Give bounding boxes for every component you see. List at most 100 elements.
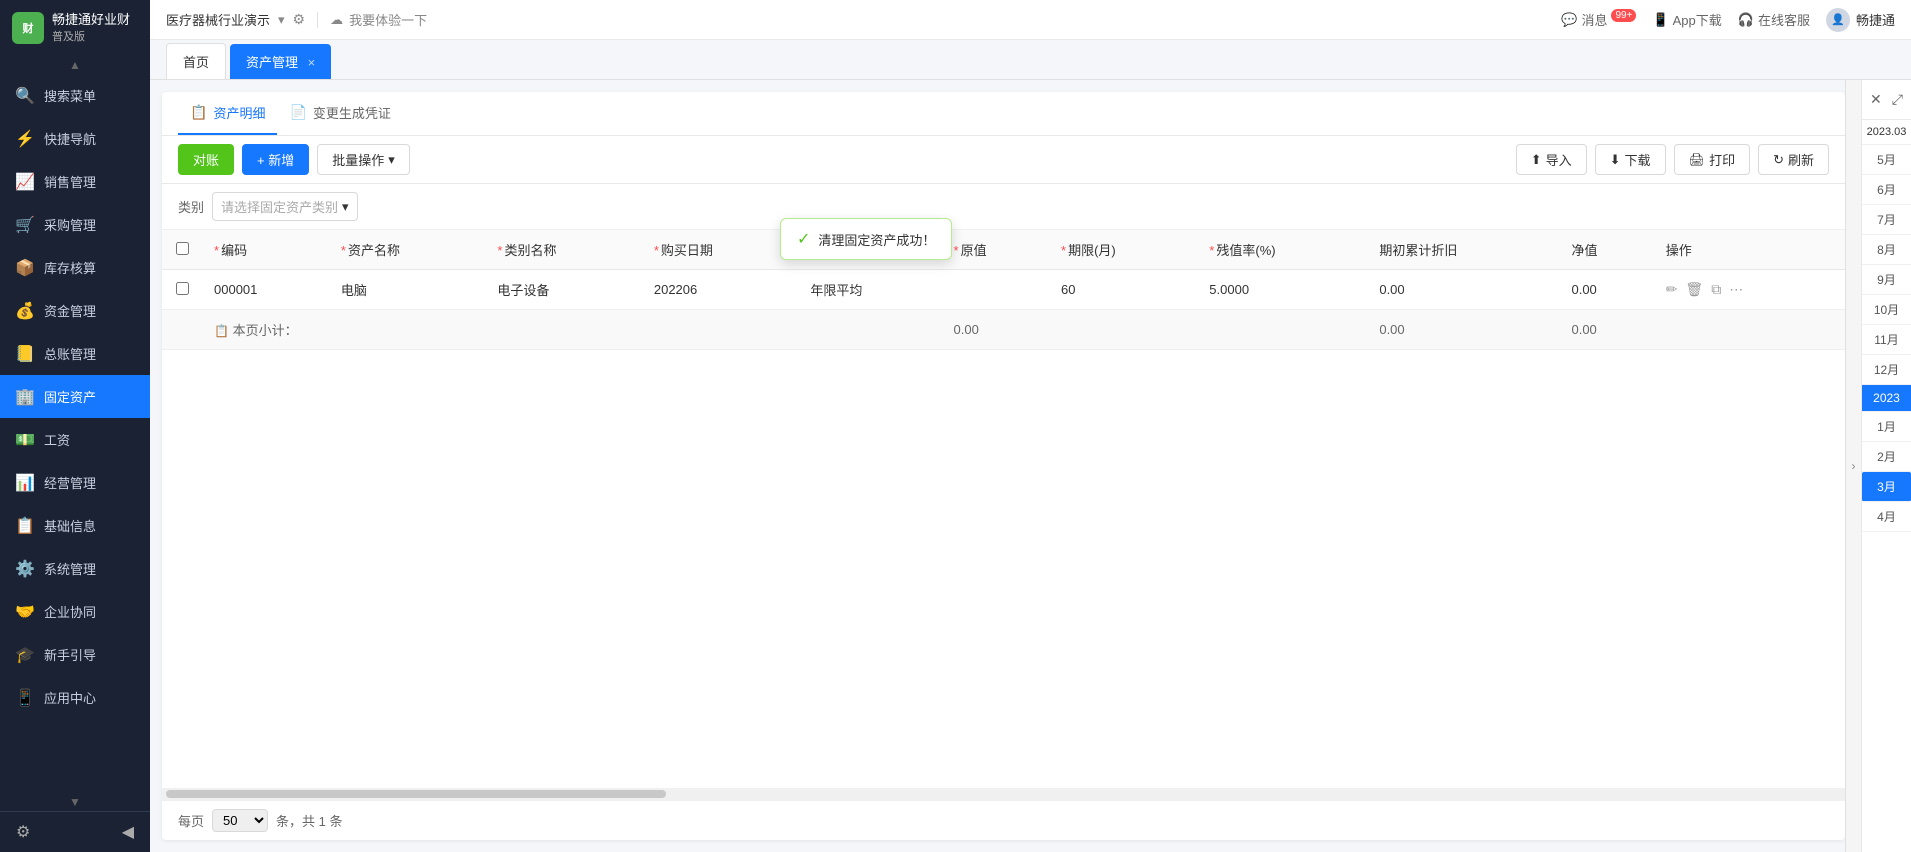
sidebar-logo: 财 畅捷通好业财 普及版 <box>0 0 150 56</box>
year-label[interactable]: 2023.03 <box>1862 120 1911 145</box>
sidebar-item-funds[interactable]: 💰 资金管理 <box>0 289 150 332</box>
th-original-value: *原值 <box>942 230 1050 270</box>
sidebar-item-sys-mgmt[interactable]: ⚙️ 系统管理 <box>0 547 150 590</box>
year-2023[interactable]: 2023 <box>1862 385 1911 412</box>
print-button[interactable]: 🖨 打印 <box>1674 144 1751 175</box>
topbar-left: 医疗器械行业演示 ▾ ⚙ ☁ 我要体验一下 <box>166 10 427 29</box>
company-name: 医疗器械行业演示 <box>166 10 270 29</box>
tab-asset-management[interactable]: 资产管理 × <box>230 44 331 79</box>
sidebar-item-enterprise[interactable]: 🤝 企业协同 <box>0 590 150 633</box>
operations-icon: 📊 <box>16 474 34 492</box>
sidebar-item-sales[interactable]: 📈 销售管理 <box>0 160 150 203</box>
company-gear-icon[interactable]: ⚙ <box>293 11 306 28</box>
user-menu[interactable]: 👤 畅捷通 <box>1826 8 1895 32</box>
sidebar-item-purchase[interactable]: 🛒 采购管理 <box>0 203 150 246</box>
new-button[interactable]: + 新增 <box>242 144 309 175</box>
sidebar-item-salary[interactable]: 💵 工资 <box>0 418 150 461</box>
sidebar-item-label-base-info: 基础信息 <box>44 516 96 535</box>
refresh-button[interactable]: ↻ 刷新 <box>1758 144 1829 175</box>
sidebar-item-label-purchase: 采购管理 <box>44 215 96 234</box>
sidebar-item-quick-nav[interactable]: ⚡ 快捷导航 <box>0 117 150 160</box>
copy-icon[interactable]: ⧉ <box>1711 281 1721 298</box>
month-5[interactable]: 5月 <box>1862 145 1911 175</box>
tab-close-icon[interactable]: × <box>308 55 316 70</box>
app-center-icon: 📱 <box>16 689 34 707</box>
batch-ops-label: 批量操作 <box>332 150 384 169</box>
month-10[interactable]: 10月 <box>1862 295 1911 325</box>
print-label: 打印 <box>1709 150 1735 169</box>
th-net-value: 净值 <box>1559 230 1653 270</box>
online-service-label: 在线客服 <box>1758 10 1810 29</box>
month-9[interactable]: 9月 <box>1862 265 1911 295</box>
subtotal-empty1 <box>162 310 202 350</box>
new-label: + 新增 <box>257 150 294 169</box>
reconcile-button[interactable]: 对账 <box>178 144 234 175</box>
cell-operations: ✏ 🗑 ⧉ ⋯ <box>1654 270 1845 310</box>
company-dropdown-icon[interactable]: ▾ <box>278 12 285 28</box>
th-purchase-date: *购买日期 <box>642 230 798 270</box>
sidebar-item-ledger[interactable]: 📒 总账管理 <box>0 332 150 375</box>
scrollbar-thumb[interactable] <box>166 790 666 798</box>
delete-icon[interactable]: 🗑 <box>1685 281 1703 298</box>
sidebar-item-base-info[interactable]: 📋 基础信息 <box>0 504 150 547</box>
toolbar-left: 对账 + 新增 批量操作 ▾ <box>178 144 410 175</box>
more-icon[interactable]: ⋯ <box>1729 281 1743 298</box>
filter-category-select[interactable]: 请选择固定资产类别 ▾ <box>212 192 358 221</box>
edit-icon[interactable]: ✏ <box>1666 281 1678 298</box>
sidebar-scroll-up[interactable]: ▲ <box>69 58 81 72</box>
expand-panel-icon[interactable]: ⤢ <box>1892 91 1903 108</box>
per-page-select[interactable]: 50 10 20 100 <box>212 809 268 832</box>
experience-btn[interactable]: ☁ 我要体验一下 <box>330 10 427 29</box>
sidebar-item-inventory[interactable]: 📦 库存核算 <box>0 246 150 289</box>
sidebar-item-label-fixed-assets: 固定资产 <box>44 387 96 406</box>
month-11[interactable]: 11月 <box>1862 325 1911 355</box>
sidebar-item-operations[interactable]: 📊 经营管理 <box>0 461 150 504</box>
right-side: › ✕ ⤢ 2023.03 5月 6月 7月 8月 9月 10月 11月 12月… <box>1845 80 1911 852</box>
divider <box>317 12 318 28</box>
message-btn[interactable]: 💬 消息 99+ <box>1561 10 1636 29</box>
page: 📋 资产明细 📄 变更生成凭证 对账 + 新增 <box>162 92 1845 840</box>
th-checkbox <box>162 230 202 270</box>
cell-residual-rate: 5.0000 <box>1197 270 1367 310</box>
batch-ops-button[interactable]: 批量操作 ▾ <box>317 144 410 175</box>
month-1[interactable]: 1月 <box>1862 412 1911 442</box>
sidebar-scroll-down[interactable]: ▼ <box>69 795 81 809</box>
subtotal-net-value: 0.00 <box>1559 310 1653 350</box>
sub-tab-change-voucher[interactable]: 📄 变更生成凭证 <box>277 92 402 135</box>
month-3[interactable]: 3月 <box>1862 472 1911 502</box>
month-8[interactable]: 8月 <box>1862 235 1911 265</box>
sidebar-item-fixed-assets[interactable]: 🏢 固定资产 <box>0 375 150 418</box>
message-badge: 99+ <box>1611 9 1636 22</box>
sidebar-item-search[interactable]: 🔍 搜索菜单 <box>0 74 150 117</box>
subtotal-empty4 <box>1197 310 1367 350</box>
message-label: 消息 <box>1581 10 1607 29</box>
sidebar-item-label-inventory: 库存核算 <box>44 258 96 277</box>
online-service-btn[interactable]: 🎧 在线客服 <box>1738 10 1810 29</box>
import-button[interactable]: ⬆ 导入 <box>1516 144 1587 175</box>
sidebar-item-app-center[interactable]: 📱 应用中心 <box>0 676 150 719</box>
settings-icon[interactable]: ⚙ <box>16 822 30 842</box>
select-all-checkbox[interactable] <box>176 242 189 255</box>
download-button[interactable]: ⬇ 下载 <box>1595 144 1666 175</box>
content-area: 📋 资产明细 📄 变更生成凭证 对账 + 新增 <box>150 80 1911 852</box>
row-checkbox[interactable] <box>176 282 189 295</box>
month-7[interactable]: 7月 <box>1862 205 1911 235</box>
month-2[interactable]: 2月 <box>1862 442 1911 472</box>
cell-code: 000001 <box>202 270 329 310</box>
panel-collapse-btn[interactable]: › <box>1845 80 1861 852</box>
sidebar-item-newbie[interactable]: 🎓 新手引导 <box>0 633 150 676</box>
download-icon: ⬇ <box>1610 152 1621 168</box>
collapse-icon[interactable]: ◀ <box>122 822 134 842</box>
sub-tab-asset-detail[interactable]: 📋 资产明细 <box>178 92 277 135</box>
month-12[interactable]: 12月 <box>1862 355 1911 385</box>
horizontal-scrollbar[interactable] <box>162 788 1845 800</box>
app-download-icon: 📱 <box>1652 12 1668 28</box>
month-4[interactable]: 4月 <box>1862 502 1911 532</box>
month-6[interactable]: 6月 <box>1862 175 1911 205</box>
close-panel-icon[interactable]: ✕ <box>1870 91 1882 108</box>
right-panel-header: ✕ ⤢ <box>1862 80 1911 120</box>
tabs-bar: 首页 资产管理 × <box>150 40 1911 80</box>
app-download-btn[interactable]: 📱 App下载 <box>1652 10 1721 29</box>
sidebar-item-label-funds: 资金管理 <box>44 301 96 320</box>
tab-home[interactable]: 首页 <box>166 43 226 79</box>
